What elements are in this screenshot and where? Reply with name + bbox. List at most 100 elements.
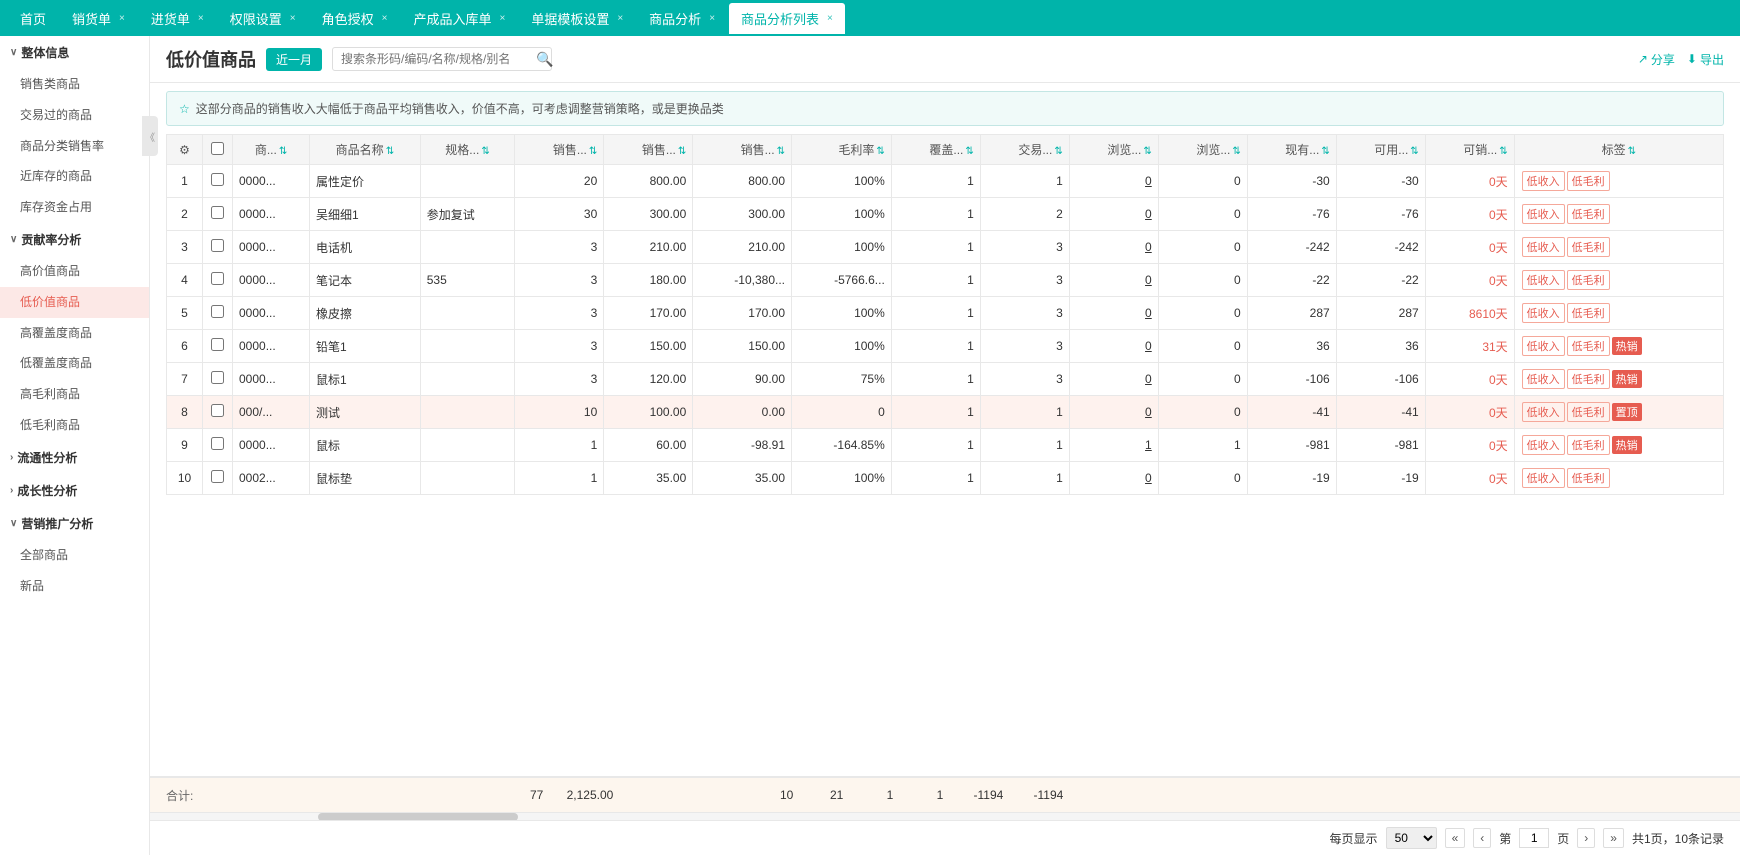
row-checkbox[interactable] [211, 239, 224, 252]
sidebar-item-category-rate[interactable]: 商品分类销售率 [0, 131, 149, 162]
page-size-select[interactable]: 20 50 100 [1386, 827, 1437, 849]
nav-product-instock[interactable]: 产成品入库单 × [401, 3, 517, 34]
browse1-link[interactable]: 0 [1145, 207, 1152, 221]
browse1-link[interactable]: 0 [1145, 273, 1152, 287]
row-browse1[interactable]: 0 [1069, 264, 1158, 297]
col-checkbox[interactable] [203, 135, 233, 165]
row-checkbox-cell[interactable] [203, 363, 233, 396]
row-checkbox-cell[interactable] [203, 297, 233, 330]
browse1-link[interactable]: 0 [1145, 306, 1152, 320]
row-browse1[interactable]: 0 [1069, 462, 1158, 495]
row-checkbox[interactable] [211, 338, 224, 351]
prev-page-button[interactable]: ‹ [1473, 828, 1491, 848]
col-sale1[interactable]: 销售...⇅ [515, 135, 604, 165]
last-page-button[interactable]: » [1603, 828, 1624, 848]
browse1-link[interactable]: 0 [1145, 174, 1152, 188]
row-checkbox-cell[interactable] [203, 330, 233, 363]
horizontal-scrollbar[interactable] [150, 812, 1740, 820]
row-browse1[interactable]: 0 [1069, 198, 1158, 231]
page-number-input[interactable] [1519, 828, 1549, 848]
sidebar-item-high-value[interactable]: 高价值商品 [0, 256, 149, 287]
sidebar-item-high-margin[interactable]: 高毛利商品 [0, 379, 149, 410]
sidebar-item-all-goods[interactable]: 全部商品 [0, 540, 149, 571]
row-checkbox[interactable] [211, 206, 224, 219]
col-sale3[interactable]: 销售...⇅ [693, 135, 792, 165]
col-browse2[interactable]: 浏览...⇅ [1158, 135, 1247, 165]
sidebar-item-stock-capital[interactable]: 库存资金占用 [0, 192, 149, 223]
sidebar-item-low-value[interactable]: 低价值商品 [0, 287, 149, 318]
sidebar-item-low-coverage[interactable]: 低覆盖度商品 [0, 348, 149, 379]
select-all-checkbox[interactable] [211, 142, 224, 155]
row-checkbox[interactable] [211, 404, 224, 417]
row-browse1[interactable]: 0 [1069, 231, 1158, 264]
close-icon[interactable]: × [198, 13, 204, 24]
row-checkbox-cell[interactable] [203, 396, 233, 429]
browse1-link[interactable]: 0 [1145, 405, 1152, 419]
close-icon[interactable]: × [617, 13, 623, 24]
sidebar-item-high-coverage[interactable]: 高覆盖度商品 [0, 318, 149, 349]
nav-home[interactable]: 首页 [8, 3, 58, 34]
row-browse1[interactable]: 1 [1069, 429, 1158, 462]
close-icon[interactable]: × [119, 13, 125, 24]
row-checkbox-cell[interactable] [203, 429, 233, 462]
row-browse1[interactable]: 0 [1069, 297, 1158, 330]
close-icon[interactable]: × [290, 13, 296, 24]
nav-template[interactable]: 单据模板设置 × [519, 3, 635, 34]
nav-permission[interactable]: 权限设置 × [218, 3, 308, 34]
search-input[interactable] [332, 47, 552, 71]
row-checkbox[interactable] [211, 305, 224, 318]
row-checkbox[interactable] [211, 272, 224, 285]
sidebar-item-near-stock[interactable]: 近库存的商品 [0, 161, 149, 192]
sidebar-group-overview[interactable]: ∨ 整体信息 [0, 36, 149, 69]
col-tags[interactable]: 标签⇅ [1514, 135, 1723, 165]
col-trade[interactable]: 交易...⇅ [980, 135, 1069, 165]
first-page-button[interactable]: « [1445, 828, 1466, 848]
sidebar-item-traded-goods[interactable]: 交易过的商品 [0, 100, 149, 131]
row-checkbox[interactable] [211, 437, 224, 450]
sidebar-item-new-goods[interactable]: 新品 [0, 571, 149, 602]
row-checkbox-cell[interactable] [203, 462, 233, 495]
col-spec[interactable]: 规格...⇅ [420, 135, 515, 165]
nav-product-analysis[interactable]: 商品分析 × [637, 3, 727, 34]
sidebar-collapse-button[interactable]: 《 [142, 116, 158, 156]
col-settings[interactable]: ⚙ [167, 135, 203, 165]
close-icon[interactable]: × [709, 13, 715, 24]
table-container[interactable]: ⚙ 商...⇅ 商品名称⇅ 规格...⇅ 销售...⇅ 销售...⇅ 销售...… [150, 134, 1740, 776]
sidebar-item-low-margin[interactable]: 低毛利商品 [0, 410, 149, 441]
nav-purchase[interactable]: 进货单 × [139, 3, 216, 34]
row-checkbox[interactable] [211, 470, 224, 483]
col-code[interactable]: 商...⇅ [233, 135, 310, 165]
browse1-link[interactable]: 0 [1145, 339, 1152, 353]
nav-role-auth[interactable]: 角色授权 × [310, 3, 400, 34]
close-icon[interactable]: × [382, 13, 388, 24]
col-margin[interactable]: 毛利率⇅ [792, 135, 892, 165]
browse1-link[interactable]: 0 [1145, 240, 1152, 254]
col-browse1[interactable]: 浏览...⇅ [1069, 135, 1158, 165]
col-sellable[interactable]: 可销...⇅ [1425, 135, 1514, 165]
row-checkbox[interactable] [211, 371, 224, 384]
row-browse1[interactable]: 0 [1069, 165, 1158, 198]
next-page-button[interactable]: › [1577, 828, 1595, 848]
close-icon[interactable]: × [827, 13, 833, 24]
nav-sales-order[interactable]: 销货单 × [60, 3, 137, 34]
sidebar-item-sales-goods[interactable]: 销售类商品 [0, 69, 149, 100]
row-checkbox-cell[interactable] [203, 231, 233, 264]
row-checkbox-cell[interactable] [203, 165, 233, 198]
share-button[interactable]: ↗ 分享 [1638, 51, 1675, 68]
export-button[interactable]: ⬇ 导出 [1687, 51, 1724, 68]
sidebar-group-circulation[interactable]: › 流通性分析 [0, 441, 149, 474]
nav-product-analysis-list[interactable]: 商品分析列表 × [729, 3, 845, 34]
row-browse1[interactable]: 0 [1069, 363, 1158, 396]
filter-button[interactable]: 近一月 [266, 48, 322, 71]
sidebar-group-contribution[interactable]: ∨ 贡献率分析 [0, 223, 149, 256]
sidebar-group-growth[interactable]: › 成长性分析 [0, 474, 149, 507]
row-checkbox-cell[interactable] [203, 198, 233, 231]
col-name[interactable]: 商品名称⇅ [310, 135, 421, 165]
close-icon[interactable]: × [499, 13, 505, 24]
search-icon[interactable]: 🔍 [536, 51, 553, 68]
row-checkbox[interactable] [211, 173, 224, 186]
row-browse1[interactable]: 0 [1069, 396, 1158, 429]
row-browse1[interactable]: 0 [1069, 330, 1158, 363]
col-cover[interactable]: 覆盖...⇅ [891, 135, 980, 165]
browse1-link[interactable]: 0 [1145, 372, 1152, 386]
